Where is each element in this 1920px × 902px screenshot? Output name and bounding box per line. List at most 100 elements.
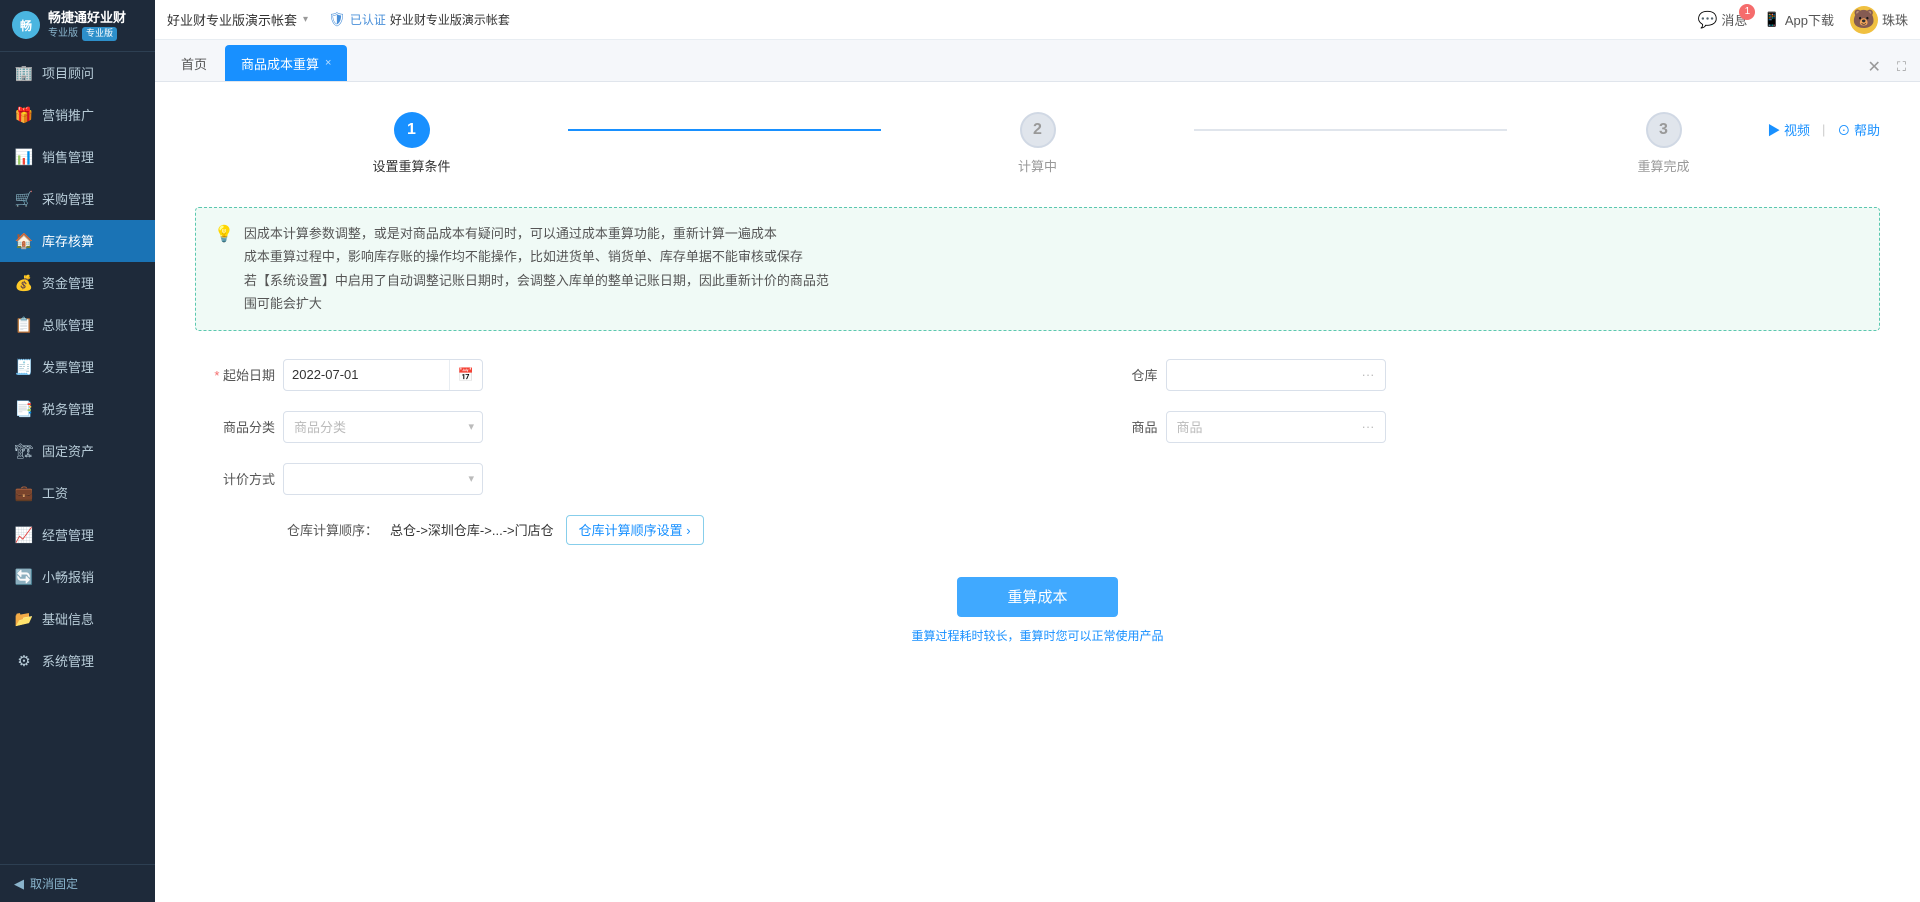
sidebar: 畅 畅捷通好业财 专业版 专业版 🏢 项目顾问 🎁 营销推广 📊 销售管理 🛒 …	[0, 0, 155, 902]
steps-section: 1 设置重算条件 2 计算中 3 重算完成	[195, 112, 1880, 175]
user-avatar-button[interactable]: 🐻 珠珠	[1850, 6, 1908, 34]
project-icon: 🏢	[14, 63, 34, 83]
tab-cost-recalc[interactable]: 商品成本重算 ×	[225, 45, 347, 81]
app-name: 畅捷通好业财	[48, 10, 126, 27]
calendar-icon[interactable]: 📅	[449, 360, 482, 390]
window-expand-button[interactable]: ⛶	[1893, 55, 1910, 79]
sidebar-item-label: 工资	[42, 483, 68, 502]
sidebar-item-inventory[interactable]: 🏠 库存核算	[0, 220, 155, 262]
tab-close-icon[interactable]: ×	[325, 57, 331, 69]
fixed-assets-icon: 🏗	[14, 441, 34, 461]
sidebar-item-label: 系统管理	[42, 651, 94, 670]
sidebar-unpin-button[interactable]: ◀ 取消固定	[0, 864, 155, 902]
sidebar-item-expense[interactable]: 🔄 小畅报销	[0, 556, 155, 598]
topbar-account-section: 好业财专业版演示帐套 ▾ 🛡 已认证 好业财专业版演示帐套	[167, 10, 1697, 29]
sidebar-item-invoice[interactable]: 🧾 发票管理	[0, 346, 155, 388]
message-icon: 💬	[1697, 10, 1717, 30]
warehouse-settings-label: 仓库计算顺序设置 ›	[579, 520, 691, 539]
sidebar-item-purchase[interactable]: 🛒 采购管理	[0, 178, 155, 220]
sidebar-item-accounting[interactable]: 📋 总账管理	[0, 304, 155, 346]
submit-section: 重算成本 重算过程耗时较长，重算时您可以正常使用产品	[195, 577, 1880, 644]
recalculate-button[interactable]: 重算成本	[957, 577, 1117, 617]
sidebar-item-marketing[interactable]: 🎁 营销推广	[0, 94, 155, 136]
help-separator: |	[1822, 122, 1825, 137]
notice-text: 因成本计算参数调整，或是对商品成本有疑问时，可以通过成本重算功能，重新计算一遍成…	[244, 222, 829, 316]
sidebar-item-finance[interactable]: 💰 资金管理	[0, 262, 155, 304]
sidebar-item-basic[interactable]: 📂 基础信息	[0, 598, 155, 640]
pricing-label: 计价方式	[195, 469, 275, 488]
sidebar-item-label: 经营管理	[42, 525, 94, 544]
goods-input[interactable]: 商品 ···	[1166, 411, 1386, 443]
goods-placeholder: 商品	[1177, 417, 1362, 436]
invoice-icon: 🧾	[14, 357, 34, 377]
sidebar-item-label: 营销推广	[42, 105, 94, 124]
avatar: 🐻	[1850, 6, 1878, 34]
app-download-label: App下载	[1785, 10, 1834, 29]
finance-icon: 💰	[14, 273, 34, 293]
goods-field: 商品 商品 ···	[1038, 411, 1881, 443]
sidebar-item-tax[interactable]: 📑 税务管理	[0, 388, 155, 430]
tab-cost-recalc-label: 商品成本重算	[241, 54, 319, 73]
warehouse-order-label: 仓库计算顺序：	[287, 520, 378, 539]
warehouse-order-content: 仓库计算顺序： 总仓->深圳仓库->...->门店仓 仓库计算顺序设置 ›	[287, 515, 704, 545]
sidebar-item-operations[interactable]: 📈 经营管理	[0, 514, 155, 556]
warehouse-order-settings-button[interactable]: 仓库计算顺序设置 ›	[566, 515, 704, 545]
step-1-circle: 1	[394, 112, 430, 148]
main-content: 好业财专业版演示帐套 ▾ 🛡 已认证 好业财专业版演示帐套 💬 消息 1 📱 A…	[155, 0, 1920, 902]
sidebar-item-sales[interactable]: 📊 销售管理	[0, 136, 155, 178]
sidebar-item-system[interactable]: ⚙ 系统管理	[0, 640, 155, 682]
sidebar-item-label: 税务管理	[42, 399, 94, 418]
warehouse-label: 仓库	[1038, 365, 1158, 384]
form-row-2: 商品分类 商品分类 ▾ 商品 商品 ···	[195, 411, 1880, 443]
warehouse-order-row: 仓库计算顺序： 总仓->深圳仓库->...->门店仓 仓库计算顺序设置 ›	[195, 515, 1880, 545]
app-download-button[interactable]: 📱 App下载	[1763, 10, 1834, 29]
step-2: 2 计算中	[881, 112, 1194, 175]
operations-icon: 📈	[14, 525, 34, 545]
sidebar-item-label: 销售管理	[42, 147, 94, 166]
required-mark: *	[214, 368, 219, 383]
pricing-chevron-icon: ▾	[468, 472, 474, 485]
mobile-icon: 📱	[1763, 11, 1780, 28]
expense-icon: 🔄	[14, 567, 34, 587]
warehouse-field: 仓库 ···	[1038, 359, 1881, 391]
sidebar-item-label: 固定资产	[42, 441, 94, 460]
category-select[interactable]: 商品分类 ▾	[283, 411, 483, 443]
step-connector-2	[1194, 129, 1507, 131]
pricing-field: 计价方式 ▾	[195, 463, 1038, 495]
sidebar-item-label: 基础信息	[42, 609, 94, 628]
step-2-circle: 2	[1020, 112, 1056, 148]
purchase-icon: 🛒	[14, 189, 34, 209]
notice-line-1: 因成本计算参数调整，或是对商品成本有疑问时，可以通过成本重算功能，重新计算一遍成…	[244, 222, 829, 245]
sidebar-nav: 🏢 项目顾问 🎁 营销推广 📊 销售管理 🛒 采购管理 🏠 库存核算 💰 资金管…	[0, 52, 155, 864]
message-button[interactable]: 💬 消息 1	[1697, 10, 1747, 30]
unpin-label: 取消固定	[30, 875, 78, 892]
topbar: 好业财专业版演示帐套 ▾ 🛡 已认证 好业财专业版演示帐套 💬 消息 1 📱 A…	[155, 0, 1920, 40]
pricing-select[interactable]: ▾	[283, 463, 483, 495]
start-date-field: * 起始日期 2022-07-01 📅	[195, 359, 1038, 391]
tab-home-label: 首页	[181, 54, 207, 73]
steps-container: 1 设置重算条件 2 计算中 3 重算完成	[195, 112, 1880, 175]
basic-icon: 📂	[14, 609, 34, 629]
help-link[interactable]: ⊙ 帮助	[1837, 120, 1880, 139]
notice-box: 💡 因成本计算参数调整，或是对商品成本有疑问时，可以通过成本重算功能，重新计算一…	[195, 207, 1880, 331]
warehouse-input[interactable]: ···	[1166, 359, 1386, 391]
sidebar-item-fixed-assets[interactable]: 🏗 固定资产	[0, 430, 155, 472]
account-selector[interactable]: 好业财专业版演示帐套 ▾	[167, 10, 308, 29]
shield-icon: 🛡	[328, 11, 346, 28]
window-close-button[interactable]: ✕	[1863, 53, 1884, 81]
submit-hint: 重算过程耗时较长，重算时您可以正常使用产品	[911, 627, 1163, 644]
step-2-num: 2	[1033, 121, 1042, 139]
accounting-icon: 📋	[14, 315, 34, 335]
video-link[interactable]: ▶ 视频	[1767, 120, 1810, 139]
sidebar-item-project[interactable]: 🏢 项目顾问	[0, 52, 155, 94]
step-1: 1 设置重算条件	[255, 112, 568, 175]
step-2-label: 计算中	[1018, 156, 1057, 175]
start-date-input[interactable]: 2022-07-01 📅	[283, 359, 483, 391]
app-logo-icon: 畅	[12, 11, 40, 39]
inventory-icon: 🏠	[14, 231, 34, 251]
sidebar-item-salary[interactable]: 💼 工资	[0, 472, 155, 514]
sidebar-item-label: 库存核算	[42, 231, 94, 250]
form-row-3: 计价方式 ▾	[195, 463, 1880, 495]
tab-home[interactable]: 首页	[165, 45, 223, 81]
sales-icon: 📊	[14, 147, 34, 167]
